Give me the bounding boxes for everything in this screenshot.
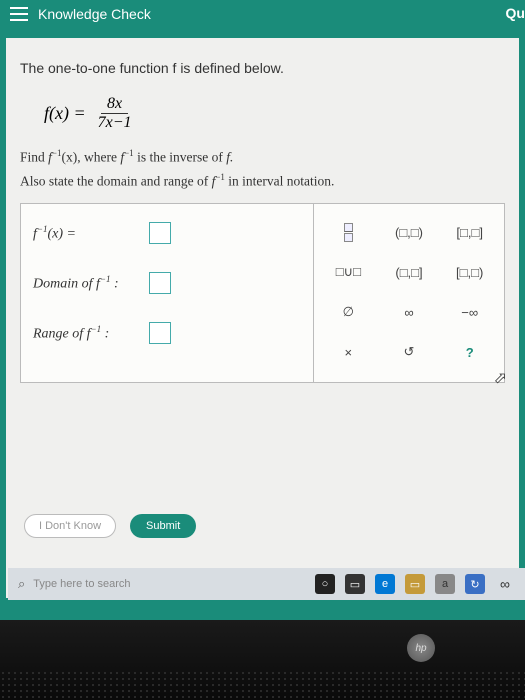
fraction-button[interactable] xyxy=(320,214,377,250)
function-definition: f(x) = 8x 7x−1 xyxy=(44,95,505,132)
windows-taskbar: ⌕ Type here to search ○ ▭ e ▭ a ↻ ∞ xyxy=(8,568,525,600)
range-input[interactable] xyxy=(149,322,171,344)
app-header: Knowledge Check Qu xyxy=(0,0,525,28)
hp-logo: hp xyxy=(407,634,435,662)
action-buttons: I Don't Know Submit xyxy=(24,514,196,538)
cursor-icon: ⬀ xyxy=(494,368,507,388)
instruction-1: Find f−1(x), where f−1 is the inverse of… xyxy=(20,148,505,166)
union-button[interactable]: □∪□ xyxy=(320,254,377,290)
fraction: 8x 7x−1 xyxy=(92,95,138,132)
app-icon-b[interactable]: ↻ xyxy=(465,574,485,594)
undo-button[interactable]: ↺ xyxy=(381,334,438,370)
inverse-function-row: f−1(x) = xyxy=(33,222,301,244)
laptop-chassis: hp xyxy=(0,620,525,700)
header-title: Knowledge Check xyxy=(38,6,151,22)
header-right: Qu xyxy=(506,5,525,21)
app-icon-c[interactable]: ∞ xyxy=(495,574,515,594)
open-open-interval-button[interactable]: (□,□) xyxy=(381,214,438,250)
app-icon-a[interactable]: a xyxy=(435,574,455,594)
instruction-2: Also state the domain and range of f−1 i… xyxy=(20,172,505,190)
range-row: Range of f−1 : xyxy=(33,322,301,344)
help-button[interactable]: ? xyxy=(441,334,498,370)
numerator: 8x xyxy=(101,95,128,114)
closed-closed-interval-button[interactable]: [□,□] xyxy=(441,214,498,250)
problem-intro: The one-to-one function f is defined bel… xyxy=(20,58,505,79)
explorer-icon[interactable]: ▭ xyxy=(405,574,425,594)
f-of-x-label: f(x) = xyxy=(44,103,86,124)
infinity-button[interactable]: ∞ xyxy=(381,294,438,330)
domain-row: Domain of f−1 : xyxy=(33,272,301,294)
menu-icon[interactable] xyxy=(10,7,28,21)
neg-infinity-button[interactable]: −∞ xyxy=(441,294,498,330)
open-closed-interval-button[interactable]: (□,□] xyxy=(381,254,438,290)
speaker-grille xyxy=(0,670,525,700)
problem-card: The one-to-one function f is defined bel… xyxy=(6,38,519,598)
closed-open-interval-button[interactable]: [□,□) xyxy=(441,254,498,290)
answer-area: f−1(x) = Domain of f−1 : Range of f−1 : xyxy=(20,203,505,383)
denominator: 7x−1 xyxy=(92,114,138,132)
i-dont-know-button[interactable]: I Don't Know xyxy=(24,514,116,538)
cortana-icon[interactable]: ○ xyxy=(315,574,335,594)
answer-inputs: f−1(x) = Domain of f−1 : Range of f−1 : xyxy=(21,204,314,382)
empty-set-button[interactable]: ∅ xyxy=(320,294,377,330)
edge-icon[interactable]: e xyxy=(375,574,395,594)
task-view-icon[interactable]: ▭ xyxy=(345,574,365,594)
taskbar-search[interactable]: Type here to search xyxy=(33,578,130,590)
submit-button[interactable]: Submit xyxy=(130,514,196,538)
inverse-input[interactable] xyxy=(149,222,171,244)
clear-button[interactable]: × xyxy=(320,334,377,370)
search-icon[interactable]: ⌕ xyxy=(18,576,25,592)
domain-input[interactable] xyxy=(149,272,171,294)
symbol-palette: (□,□) [□,□] □∪□ (□,□] [□,□) ∅ ∞ −∞ × ↺ ? xyxy=(314,204,504,382)
